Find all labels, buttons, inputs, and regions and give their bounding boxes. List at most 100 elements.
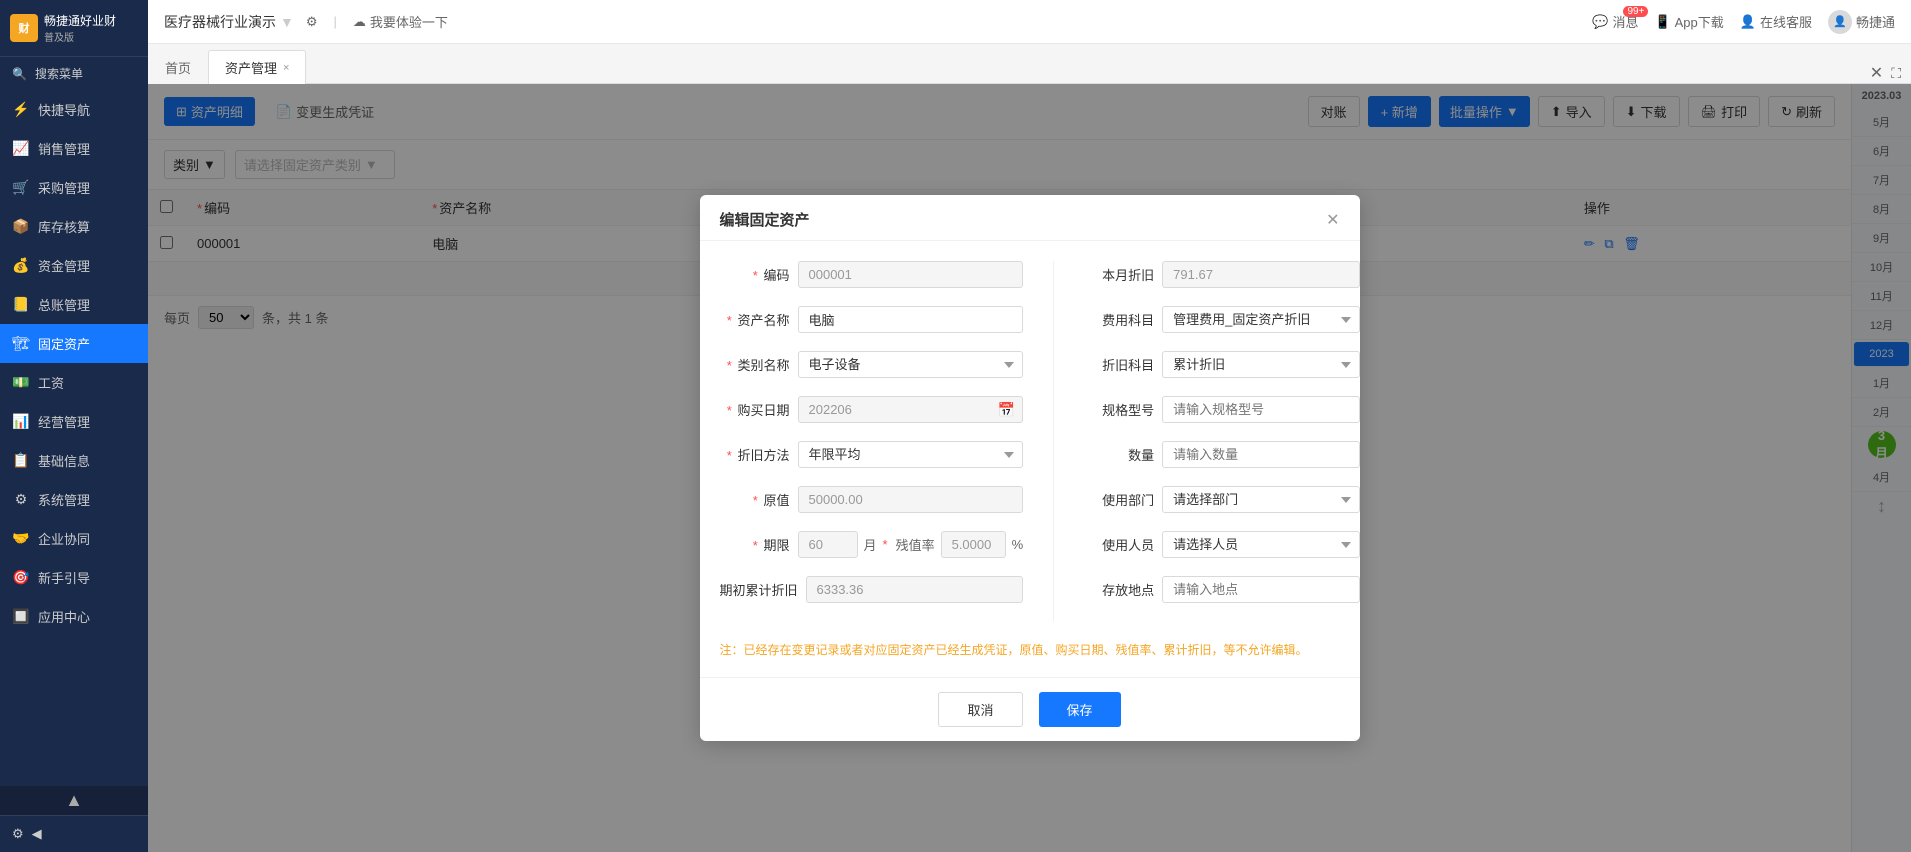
sidebar-item-enterprise[interactable]: 🤝 企业协同	[0, 519, 148, 558]
cancel-button[interactable]: 取消	[938, 692, 1022, 727]
form-row-original-value: * 原值	[720, 486, 1024, 513]
dep-subject-select[interactable]: 累计折旧	[1162, 351, 1359, 378]
operations-icon: 📊	[12, 413, 30, 431]
window-close-icon[interactable]: ✕	[1870, 63, 1883, 83]
form-row-dept: 使用部门 请选择部门	[1084, 486, 1359, 513]
sidebar-item-basic-info[interactable]: 📋 基础信息	[0, 441, 148, 480]
message-icon: 💬	[1592, 14, 1608, 30]
expense-subject-select[interactable]: 管理费用_固定资产折旧	[1162, 306, 1359, 333]
purchase-date-label: * 购买日期	[720, 400, 790, 419]
form-row-initial-dep: 期初累计折旧	[720, 576, 1024, 603]
save-button[interactable]: 保存	[1039, 692, 1121, 727]
person-label: 使用人员	[1084, 535, 1154, 554]
purchase-icon: 🛒	[12, 179, 30, 197]
ledger-icon: 📒	[12, 296, 30, 314]
window-expand-icon[interactable]: ⛶	[1891, 65, 1901, 82]
spec-label: 规格型号	[1084, 400, 1154, 419]
experience-link[interactable]: ☁ 我要体验一下	[353, 12, 448, 31]
spec-input[interactable]	[1162, 396, 1359, 423]
quantity-input[interactable]	[1162, 441, 1359, 468]
modal-overlay: 编辑固定资产 ✕ * 编码	[148, 84, 1911, 852]
tab-close-icon[interactable]: ×	[283, 62, 289, 74]
sidebar-item-purchase[interactable]: 🛒 采购管理	[0, 168, 148, 207]
sidebar-item-inventory[interactable]: 📦 库存核算	[0, 207, 148, 246]
sidebar-item-operations[interactable]: 📊 经营管理	[0, 402, 148, 441]
initial-dep-label: 期初累计折旧	[720, 580, 798, 599]
form-row-name: * 资产名称	[720, 306, 1024, 333]
initial-dep-input[interactable]	[806, 576, 1024, 603]
main-area: 医疗器械行业演示 ▼ ⚙ | ☁ 我要体验一下 💬 消息 99+ 📱 App下载…	[148, 0, 1911, 852]
online-service-button[interactable]: 👤 在线客服	[1740, 12, 1812, 31]
purchase-date-input[interactable]	[798, 396, 1024, 423]
sidebar-item-app-center[interactable]: 🔲 应用中心	[0, 597, 148, 636]
dep-subject-label: 折旧科目	[1084, 355, 1154, 374]
dep-method-select[interactable]: 年限平均	[798, 441, 1024, 468]
topbar-right: 💬 消息 99+ 📱 App下载 👤 在线客服 👤 畅捷通	[1592, 10, 1895, 34]
user-button[interactable]: 👤 畅捷通	[1828, 10, 1895, 34]
gear-button[interactable]: ⚙	[306, 14, 318, 30]
sidebar-scroll-up[interactable]: ▲	[0, 786, 148, 815]
sidebar-item-system[interactable]: ⚙ 系统管理	[0, 480, 148, 519]
sidebar-item-search[interactable]: 🔍 搜索菜单	[0, 57, 148, 90]
message-button[interactable]: 💬 消息 99+	[1592, 12, 1638, 31]
modal-close-button[interactable]: ✕	[1326, 210, 1339, 230]
sidebar-settings[interactable]: ⚙ ◀	[0, 815, 148, 852]
monthly-dep-input	[1162, 261, 1359, 288]
sidebar-item-fund[interactable]: 💰 资金管理	[0, 246, 148, 285]
form-row-category: * 类别名称 电子设备	[720, 351, 1024, 378]
sidebar-item-fixed-assets[interactable]: 🏗 固定资产	[0, 324, 148, 363]
app-download-button[interactable]: 📱 App下载	[1654, 12, 1723, 31]
original-value-input[interactable]	[798, 486, 1024, 513]
purchase-date-container: 📅	[798, 396, 1024, 423]
modal-footer: 取消 保存	[700, 677, 1360, 741]
category-label: * 类别名称	[720, 355, 790, 374]
form-left: * 编码 * 资产名称	[720, 261, 1055, 621]
period-input[interactable]	[798, 531, 858, 558]
sidebar-item-sales[interactable]: 📈 销售管理	[0, 129, 148, 168]
cloud-icon: ☁	[353, 14, 366, 30]
fund-icon: 💰	[12, 257, 30, 275]
code-input[interactable]	[798, 261, 1024, 288]
sidebar-item-salary[interactable]: 💵 工资	[0, 363, 148, 402]
tabs-bar: 首页 资产管理 × ✕ ⛶	[148, 44, 1911, 84]
window-controls: ✕ ⛶	[1860, 63, 1911, 83]
modal-body: * 编码 * 资产名称	[700, 241, 1360, 641]
tab-home[interactable]: 首页	[148, 50, 208, 84]
guide-icon: 🎯	[12, 569, 30, 587]
form-row-dep-method: * 折旧方法 年限平均	[720, 441, 1024, 468]
calendar-icon[interactable]: 📅	[998, 401, 1015, 418]
form-row-code: * 编码	[720, 261, 1024, 288]
form-row-purchase-date: * 购买日期 📅	[720, 396, 1024, 423]
expense-subject-label: 费用科目	[1084, 310, 1154, 329]
name-input[interactable]	[798, 306, 1024, 333]
form-row-monthly-dep: 本月折旧	[1084, 261, 1359, 288]
location-input[interactable]	[1162, 576, 1359, 603]
original-value-label: * 原值	[720, 490, 790, 509]
period-group: 月 * 残值率 %	[798, 531, 1024, 558]
modal-title: 编辑固定资产	[720, 209, 810, 230]
sidebar-item-quick-nav[interactable]: ⚡ 快捷导航	[0, 90, 148, 129]
dep-method-label: * 折旧方法	[720, 445, 790, 464]
company-name: 医疗器械行业演示 ▼	[164, 12, 294, 32]
content-area: ⊞ 资产明细 📄 变更生成凭证 对账 + 新增	[148, 84, 1911, 852]
sidebar-item-guide[interactable]: 🎯 新手引导	[0, 558, 148, 597]
download-icon: 📱	[1654, 14, 1670, 30]
category-select[interactable]: 电子设备	[798, 351, 1024, 378]
monthly-dep-label: 本月折旧	[1084, 265, 1154, 284]
edit-asset-modal: 编辑固定资产 ✕ * 编码	[700, 195, 1360, 740]
sidebar-arrow: ◀	[32, 826, 42, 842]
form-row-expense-subject: 费用科目 管理费用_固定资产折旧	[1084, 306, 1359, 333]
person-select[interactable]: 请选择人员	[1162, 531, 1359, 558]
sidebar-item-ledger[interactable]: 📒 总账管理	[0, 285, 148, 324]
dept-select[interactable]: 请选择部门	[1162, 486, 1359, 513]
settings-icon: ⚙	[12, 826, 24, 842]
fixed-assets-icon: 🏗	[12, 335, 30, 353]
dept-label: 使用部门	[1084, 490, 1154, 509]
system-icon: ⚙	[12, 491, 30, 509]
sidebar: 财 畅捷通好业财 普及版 🔍 搜索菜单 ⚡ 快捷导航 📈 销售管理 🛒 采购管理…	[0, 0, 148, 852]
tab-asset-management[interactable]: 资产管理 ×	[208, 50, 306, 84]
residual-rate-input[interactable]	[941, 531, 1006, 558]
sidebar-logo: 财 畅捷通好业财 普及版	[0, 0, 148, 57]
app-center-icon: 🔲	[12, 608, 30, 626]
form-right: 本月折旧 费用科目 管理费用_固定资产折旧	[1054, 261, 1359, 621]
